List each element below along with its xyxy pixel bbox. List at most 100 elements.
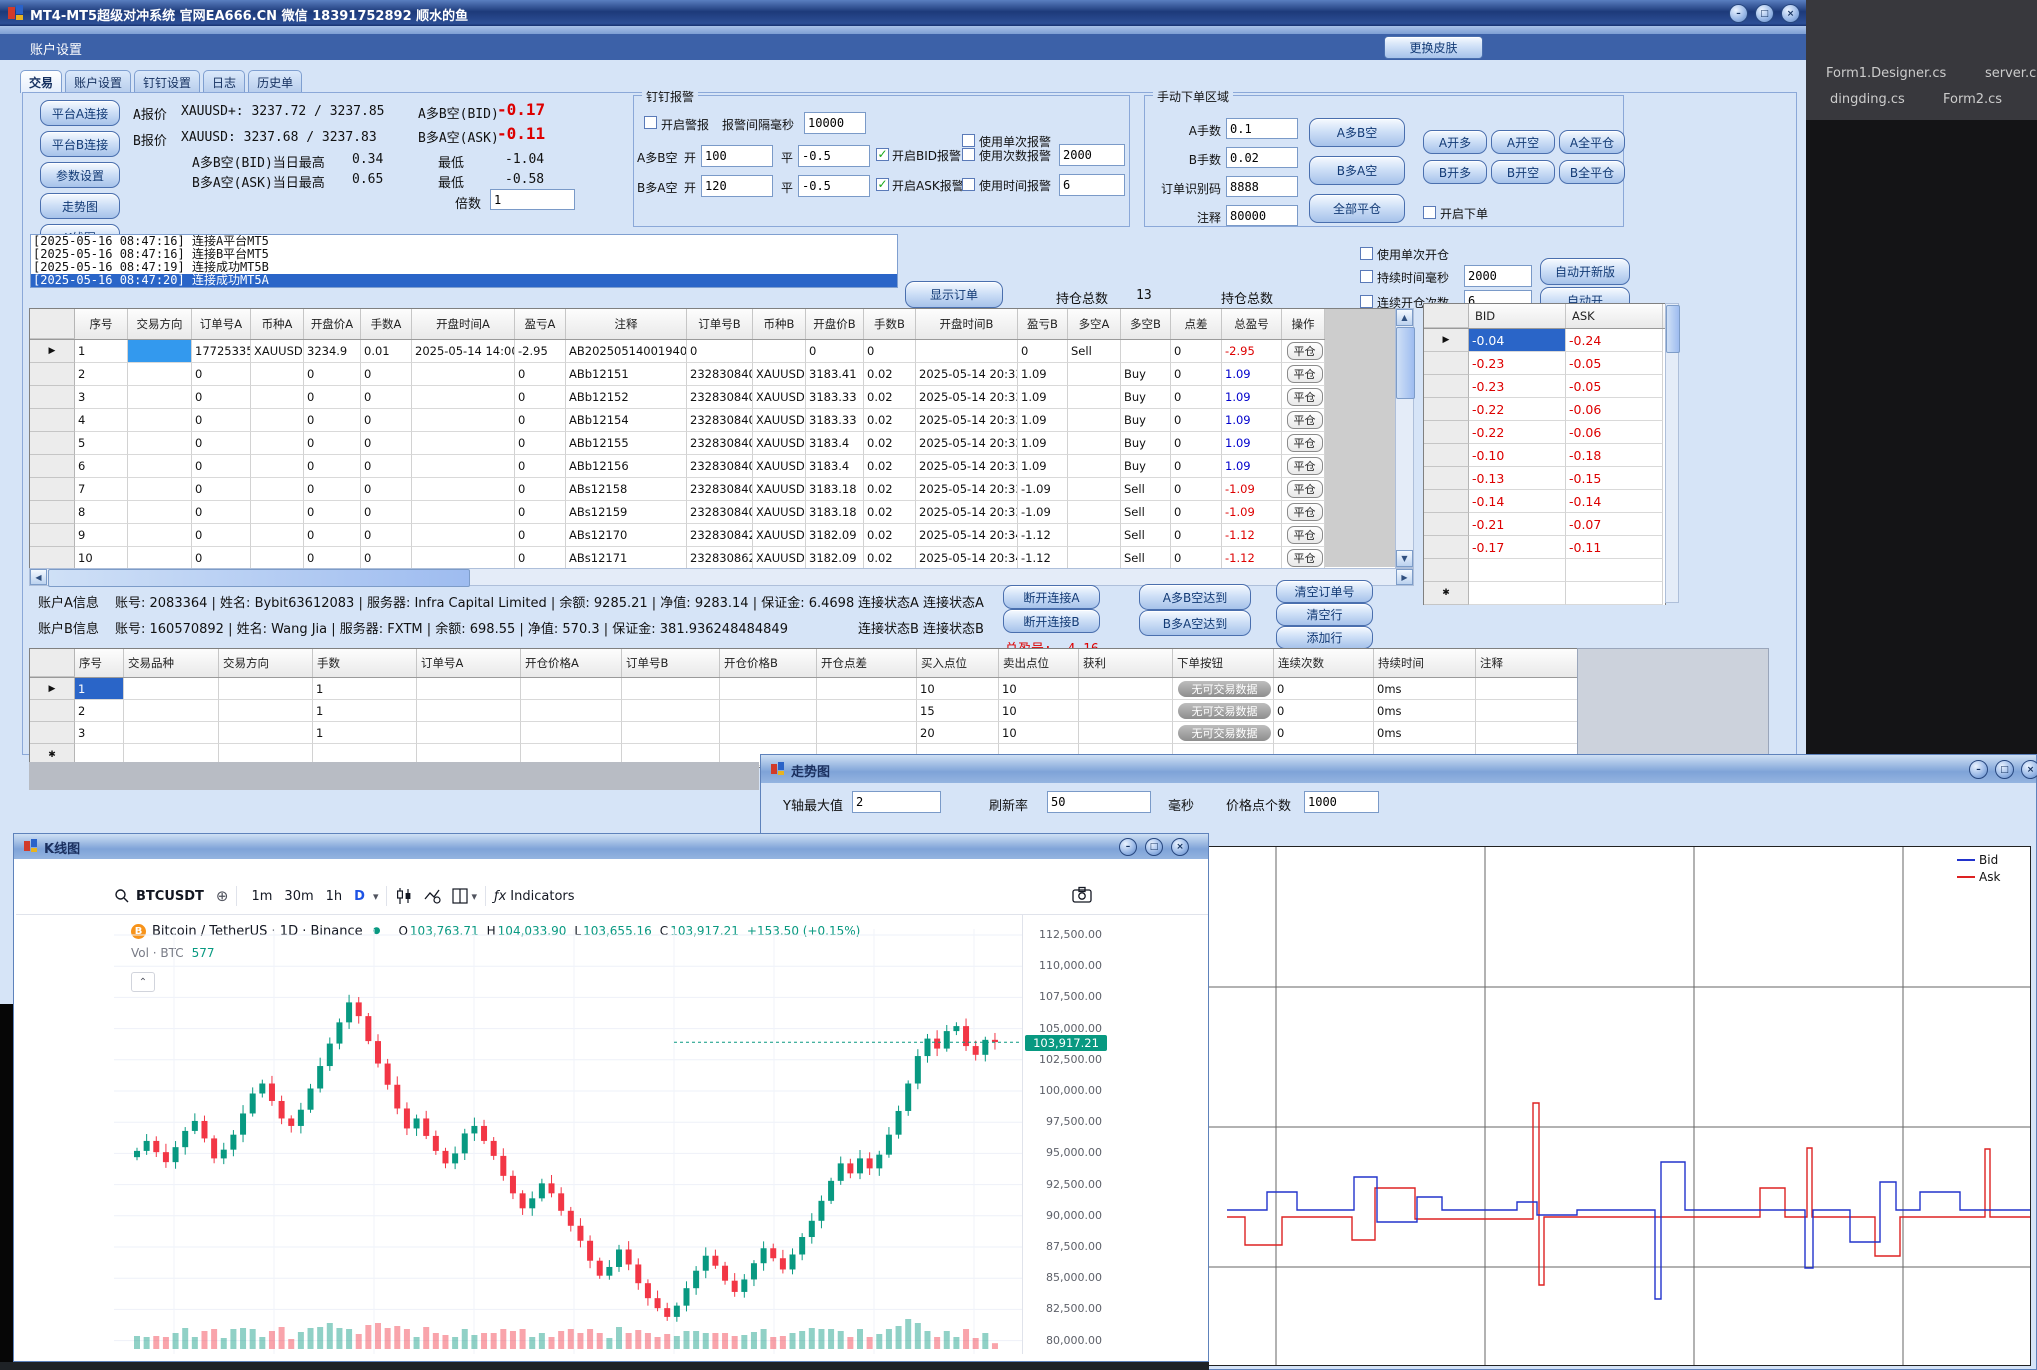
table-cell[interactable] xyxy=(219,700,313,722)
table-cell[interactable] xyxy=(412,547,515,570)
table-cell[interactable]: ABb12156 xyxy=(566,455,687,478)
table-cell[interactable]: 0.02 xyxy=(864,432,916,455)
bidask-cell[interactable]: -0.23 xyxy=(1469,352,1566,375)
table-cell[interactable] xyxy=(1476,722,1578,744)
bidask-cell[interactable]: -0.07 xyxy=(1566,513,1663,536)
table-cell[interactable]: 0 xyxy=(515,547,566,570)
table-cell[interactable] xyxy=(251,409,304,432)
table-row[interactable]: 60000ABb121562328308406XAUUSD3183.40.022… xyxy=(30,455,1396,478)
table-cell[interactable]: 3234.9 xyxy=(304,340,361,363)
table-row[interactable]: 312010无可交易数据00ms xyxy=(30,722,1578,744)
close-position-button[interactable]: 平仓 xyxy=(1287,434,1323,452)
table-cell[interactable]: 2328308404 xyxy=(687,409,753,432)
refresh-input[interactable]: 50 xyxy=(1047,791,1151,813)
table-cell[interactable]: -2.95 xyxy=(1222,340,1282,363)
count-alarm-checkbox[interactable] xyxy=(962,148,975,161)
table-cell[interactable]: 10 xyxy=(999,700,1079,722)
tab-历史单[interactable]: 历史单 xyxy=(248,70,302,93)
close-position-button[interactable]: 平仓 xyxy=(1287,503,1323,521)
table-cell[interactable]: 0 xyxy=(361,478,412,501)
enable-order-checkbox[interactable] xyxy=(1423,206,1436,219)
table-cell[interactable]: 平仓 xyxy=(1282,455,1325,478)
table-cell[interactable]: 2025-05-14 20:33 xyxy=(916,363,1018,386)
table-cell[interactable] xyxy=(1068,432,1121,455)
manual-field-input[interactable]: 0.1 xyxy=(1226,118,1298,139)
table-cell[interactable]: 0 xyxy=(361,409,412,432)
table-cell[interactable]: 0 xyxy=(1274,700,1374,722)
table-cell[interactable]: XAUUSD+ xyxy=(251,340,304,363)
table-cell[interactable]: 1.09 xyxy=(1222,386,1282,409)
table-cell[interactable]: 3 xyxy=(75,386,128,409)
table-cell[interactable]: -1.09 xyxy=(1222,501,1282,524)
table-cell[interactable] xyxy=(817,700,917,722)
table-cell[interactable] xyxy=(251,478,304,501)
table-cell[interactable]: 0ms xyxy=(1374,678,1476,700)
table-cell[interactable] xyxy=(417,722,521,744)
table-cell[interactable]: ABb12151 xyxy=(566,363,687,386)
no-trade-data-button[interactable]: 无可交易数据 xyxy=(1178,725,1271,741)
table-cell[interactable]: 2025-05-14 20:33 xyxy=(916,501,1018,524)
table-cell[interactable]: 10 xyxy=(999,722,1079,744)
bidask-cell[interactable]: -0.05 xyxy=(1566,375,1663,398)
enable-alarm-checkbox[interactable] xyxy=(644,116,657,129)
table-cell[interactable]: 2025-05-14 20:33 xyxy=(916,409,1018,432)
table-cell[interactable] xyxy=(1068,455,1121,478)
single-alarm-checkbox[interactable] xyxy=(962,134,975,147)
interval-1h[interactable]: 1h xyxy=(326,889,343,904)
table-cell[interactable]: 0 xyxy=(1171,340,1222,363)
table-cell[interactable]: -1.09 xyxy=(1018,501,1068,524)
manual-button-A全平仓[interactable]: A全平仓 xyxy=(1559,130,1625,154)
table-cell[interactable]: 20 xyxy=(917,722,999,744)
table-cell[interactable] xyxy=(128,432,192,455)
kline-maximize-icon[interactable]: □ xyxy=(1145,838,1163,856)
times-checkbox[interactable] xyxy=(1360,295,1373,308)
table-cell[interactable]: 8 xyxy=(75,501,128,524)
table-cell[interactable] xyxy=(251,501,304,524)
bidask-cell[interactable] xyxy=(1566,582,1663,605)
column-header-盈亏A[interactable]: 盈亏A xyxy=(515,309,566,339)
reach-a-button[interactable]: A多B空达到 xyxy=(1139,584,1251,610)
table-cell[interactable] xyxy=(412,363,515,386)
table-cell[interactable]: 5 xyxy=(75,432,128,455)
table-cell[interactable]: 3 xyxy=(75,722,124,744)
table-cell[interactable] xyxy=(128,455,192,478)
table-cell[interactable]: 平仓 xyxy=(1282,432,1325,455)
table-cell[interactable]: 0 xyxy=(515,455,566,478)
table-cell[interactable] xyxy=(1476,678,1578,700)
table-cell[interactable]: 2328308402 xyxy=(687,386,753,409)
table-cell[interactable]: 平仓 xyxy=(1282,386,1325,409)
table-cell[interactable]: 平仓 xyxy=(1282,524,1325,547)
table-cell[interactable] xyxy=(128,501,192,524)
close-position-button[interactable]: 平仓 xyxy=(1287,388,1323,406)
table-cell[interactable]: 3183.18 xyxy=(806,501,864,524)
no-trade-data-button[interactable]: 无可交易数据 xyxy=(1178,703,1271,719)
manual-field-input[interactable]: 0.02 xyxy=(1226,147,1298,168)
bid-alarm-checkbox[interactable]: ✓ xyxy=(876,148,889,161)
table-cell[interactable]: 3183.33 xyxy=(806,386,864,409)
bidask-row[interactable] xyxy=(1424,559,1665,582)
table-cell[interactable]: 1 xyxy=(313,678,417,700)
table-cell[interactable]: ABb12152 xyxy=(566,386,687,409)
table-cell[interactable]: 0 xyxy=(515,501,566,524)
trend-maximize-icon[interactable]: □ xyxy=(1995,760,2014,779)
layout-icon[interactable] xyxy=(451,887,469,905)
table-cell[interactable] xyxy=(1068,386,1121,409)
bidask-cell[interactable]: -0.06 xyxy=(1566,421,1663,444)
table-cell[interactable]: 0 xyxy=(864,340,916,363)
table-cell[interactable]: 9 xyxy=(75,524,128,547)
manual-button-A多B空[interactable]: A多B空 xyxy=(1309,118,1405,147)
table-cell[interactable] xyxy=(1068,524,1121,547)
table-cell[interactable]: 0 xyxy=(361,386,412,409)
table-cell[interactable]: -1.12 xyxy=(1018,524,1068,547)
table-cell[interactable]: 0 xyxy=(1171,386,1222,409)
table-cell[interactable]: 2328308627 xyxy=(687,547,753,570)
add-row-button[interactable]: 添加行 xyxy=(1276,626,1373,649)
points-input[interactable]: 1000 xyxy=(1304,791,1379,813)
table-cell[interactable]: 0 xyxy=(515,386,566,409)
table-cell[interactable] xyxy=(124,700,219,722)
kline-close-icon[interactable]: × xyxy=(1171,838,1189,856)
trend-close-icon[interactable]: × xyxy=(2021,760,2037,779)
bidask-cell[interactable] xyxy=(1469,559,1566,582)
column-header-多空A[interactable]: 多空A xyxy=(1068,309,1121,339)
column-header-盈亏B[interactable]: 盈亏B xyxy=(1018,309,1068,339)
